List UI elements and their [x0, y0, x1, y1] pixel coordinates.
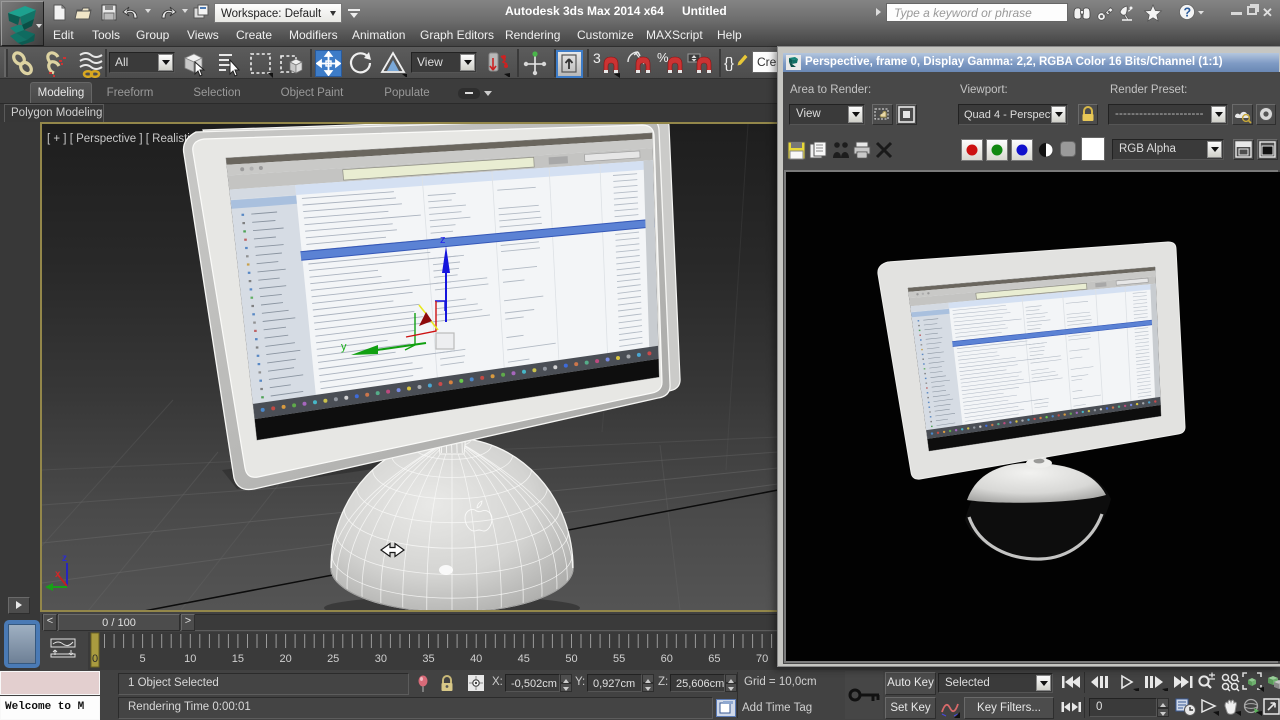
svg-text:55: 55 [613, 653, 625, 665]
svg-text:30: 30 [375, 653, 387, 665]
svg-text:40: 40 [470, 653, 482, 665]
svg-text:45: 45 [518, 653, 530, 665]
svg-text:{}: {} [724, 55, 734, 72]
svg-text:?: ? [1184, 6, 1192, 20]
svg-text:0: 0 [92, 653, 98, 665]
svg-text:50: 50 [565, 653, 577, 665]
svg-text:60: 60 [661, 653, 673, 665]
svg-text:65: 65 [708, 653, 720, 665]
svg-text:35: 35 [422, 653, 434, 665]
svg-text:25: 25 [327, 653, 339, 665]
svg-text:70: 70 [756, 653, 768, 665]
svg-text:15: 15 [232, 653, 244, 665]
svg-text:3: 3 [593, 50, 601, 66]
svg-text:20: 20 [279, 653, 291, 665]
svg-text:x: x [55, 569, 61, 580]
svg-text:[ + ] [ Perspective ] [ Realis: [ + ] [ Perspective ] [ Realistic ] [47, 133, 202, 145]
svg-text:10: 10 [184, 653, 196, 665]
svg-text:y: y [341, 341, 347, 353]
svg-text:z: z [440, 234, 446, 246]
svg-text:%: % [657, 50, 669, 65]
svg-text:5: 5 [140, 653, 146, 665]
svg-text:z: z [62, 553, 67, 564]
